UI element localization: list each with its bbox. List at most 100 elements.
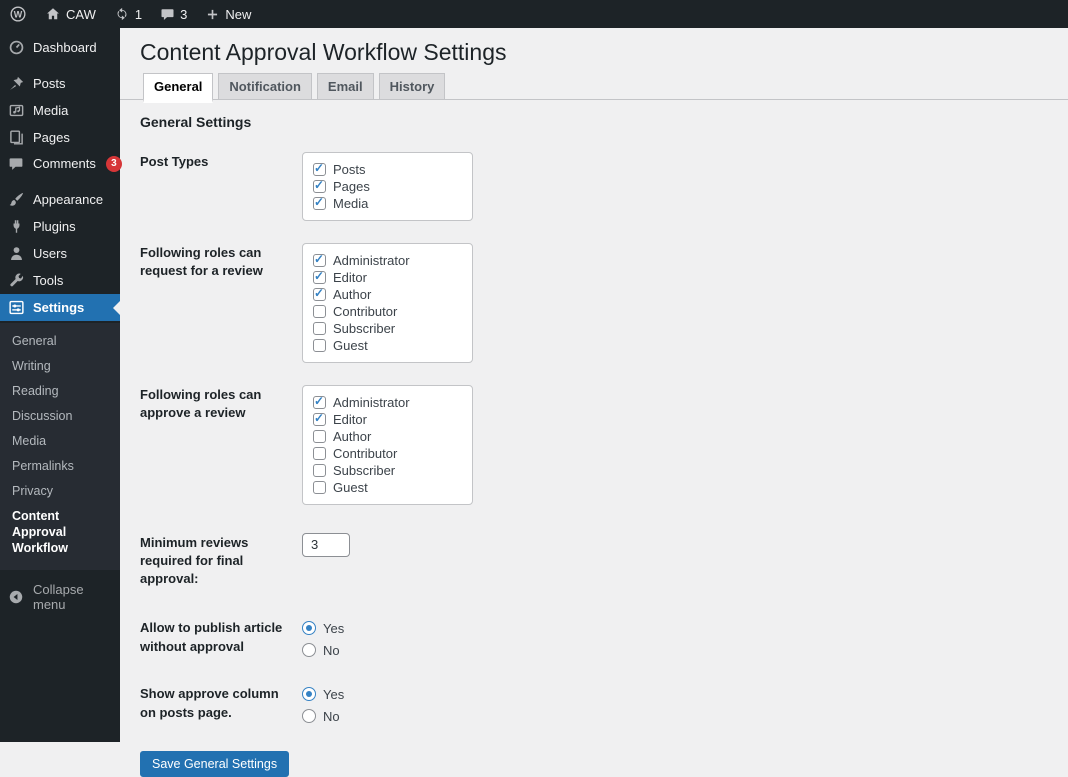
sidebar-item-dashboard[interactable]: Dashboard	[0, 34, 120, 61]
sidebar-item-label: Comments	[33, 156, 96, 171]
min-reviews-field	[302, 532, 350, 589]
checkbox-label: Author	[333, 286, 372, 302]
tab-general[interactable]: General	[143, 72, 214, 103]
pages-icon	[8, 129, 25, 146]
settings-sliders-icon	[8, 299, 25, 316]
checkbox-icon[interactable]	[313, 321, 326, 335]
checkbox-icon[interactable]	[313, 411, 326, 426]
checkbox-label: Administrator	[333, 252, 410, 268]
new-content-menu[interactable]: New	[196, 0, 260, 28]
collapse-arrow-icon	[8, 589, 25, 605]
comments-menu[interactable]: 3	[151, 0, 196, 28]
menu-separator	[0, 177, 120, 186]
request-roles-label: Following roles can request for a review	[140, 244, 263, 279]
site-name-menu[interactable]: CAW	[36, 0, 105, 28]
checkbox-icon[interactable]	[313, 161, 326, 176]
publish-without-approval-label: Allow to publish article without approva…	[140, 620, 283, 654]
checkbox-icon[interactable]	[313, 252, 326, 267]
checkbox-author[interactable]: Author	[313, 286, 462, 303]
checkbox-subscriber[interactable]: Subscriber	[313, 320, 462, 337]
checkbox-label: Editor	[333, 269, 367, 285]
checkbox-icon[interactable]	[313, 429, 326, 443]
checkbox-media[interactable]: Media	[313, 195, 462, 212]
sidebar-item-posts[interactable]: Posts	[0, 70, 120, 97]
radio-icon[interactable]	[302, 621, 316, 636]
checkbox-icon[interactable]	[313, 463, 326, 477]
sidebar-item-settings[interactable]: Settings	[0, 294, 120, 321]
form-row-post-types: Post Types Posts Pages Media	[140, 151, 1048, 221]
radio-yes[interactable]: Yes	[302, 686, 344, 702]
submenu-item-media[interactable]: Media	[0, 428, 120, 453]
form-row-request-roles: Following roles can request for a review…	[140, 242, 1048, 363]
sidebar-item-label: Users	[33, 245, 67, 261]
checkbox-subscriber[interactable]: Subscriber	[313, 462, 462, 479]
tab-notification[interactable]: Notification	[218, 72, 312, 100]
checkbox-icon[interactable]	[313, 394, 326, 409]
checkbox-administrator[interactable]: Administrator	[313, 252, 462, 269]
radio-icon[interactable]	[302, 709, 316, 724]
submenu-item-content-approval-workflow[interactable]: Content Approval Workflow	[0, 503, 120, 560]
collapse-menu-button[interactable]: Collapse menu	[0, 574, 120, 620]
checkbox-posts[interactable]: Posts	[313, 161, 462, 178]
checkbox-editor[interactable]: Editor	[313, 411, 462, 428]
page-title: Content Approval Workflow Settings	[140, 39, 507, 65]
radio-icon[interactable]	[302, 687, 316, 702]
show-approve-column-group: Yes No	[302, 684, 344, 724]
radio-no[interactable]: No	[302, 708, 344, 724]
checkbox-icon[interactable]	[313, 338, 326, 352]
checkbox-editor[interactable]: Editor	[313, 269, 462, 286]
checkbox-label: Pages	[333, 178, 370, 194]
radio-no[interactable]: No	[302, 642, 344, 658]
checkbox-icon[interactable]	[313, 195, 326, 210]
checkbox-icon[interactable]	[313, 269, 326, 284]
checkbox-icon[interactable]	[313, 304, 326, 318]
checkbox-pages[interactable]: Pages	[313, 178, 462, 195]
sidebar-item-label: Dashboard	[33, 39, 97, 55]
submenu-item-general[interactable]: General	[0, 328, 120, 353]
wrench-icon	[8, 272, 25, 289]
submenu-item-writing[interactable]: Writing	[0, 353, 120, 378]
sidebar-item-users[interactable]: Users	[0, 240, 120, 267]
checkbox-icon[interactable]	[313, 286, 326, 301]
post-types-label: Post Types	[140, 153, 209, 169]
radio-label: No	[323, 708, 340, 724]
submenu-item-permalinks[interactable]: Permalinks	[0, 453, 120, 478]
checkbox-icon[interactable]	[313, 178, 326, 193]
wordpress-logo-menu[interactable]: W	[0, 0, 36, 28]
checkbox-contributor[interactable]: Contributor	[313, 445, 462, 462]
updates-menu[interactable]: 1	[105, 0, 151, 28]
checkbox-author[interactable]: Author	[313, 428, 462, 445]
checkbox-icon[interactable]	[313, 446, 326, 460]
publish-without-approval-group: Yes No	[302, 618, 344, 658]
sidebar-item-pages[interactable]: Pages	[0, 124, 120, 151]
submenu-item-discussion[interactable]: Discussion	[0, 403, 120, 428]
form-row-min-reviews: Minimum reviews required for final appro…	[140, 532, 1048, 589]
radio-yes[interactable]: Yes	[302, 620, 344, 636]
site-name-label: CAW	[66, 6, 96, 22]
sidebar-item-appearance[interactable]: Appearance	[0, 186, 120, 213]
save-general-settings-button[interactable]: Save General Settings	[140, 751, 290, 777]
sidebar-item-comments[interactable]: Comments 3	[0, 151, 122, 177]
tab-email[interactable]: Email	[316, 72, 374, 100]
checkbox-administrator[interactable]: Administrator	[313, 394, 462, 411]
checkbox-icon[interactable]	[313, 480, 326, 494]
main-content: Content Approval Workflow Settings Gener…	[120, 28, 1068, 777]
checkbox-guest[interactable]: Guest	[313, 337, 462, 354]
checkbox-label: Editor	[333, 411, 367, 427]
submenu-item-privacy[interactable]: Privacy	[0, 478, 120, 503]
sidebar-item-media[interactable]: Media	[0, 97, 120, 124]
sidebar-item-label: Posts	[33, 75, 66, 91]
checkbox-label: Subscriber	[333, 320, 396, 336]
sidebar-item-tools[interactable]: Tools	[0, 267, 120, 294]
min-reviews-input[interactable]	[302, 532, 350, 557]
checkbox-contributor[interactable]: Contributor	[313, 303, 462, 320]
radio-icon[interactable]	[302, 643, 316, 658]
sidebar-item-label: Appearance	[33, 191, 104, 207]
updates-icon	[114, 6, 130, 22]
tab-history[interactable]: History	[378, 72, 446, 100]
approve-roles-label: Following roles can approve a review	[140, 386, 262, 421]
checkbox-guest[interactable]: Guest	[313, 479, 462, 496]
submenu-item-reading[interactable]: Reading	[0, 378, 120, 403]
comment-bubble-icon	[8, 156, 25, 172]
sidebar-item-plugins[interactable]: Plugins	[0, 213, 120, 240]
